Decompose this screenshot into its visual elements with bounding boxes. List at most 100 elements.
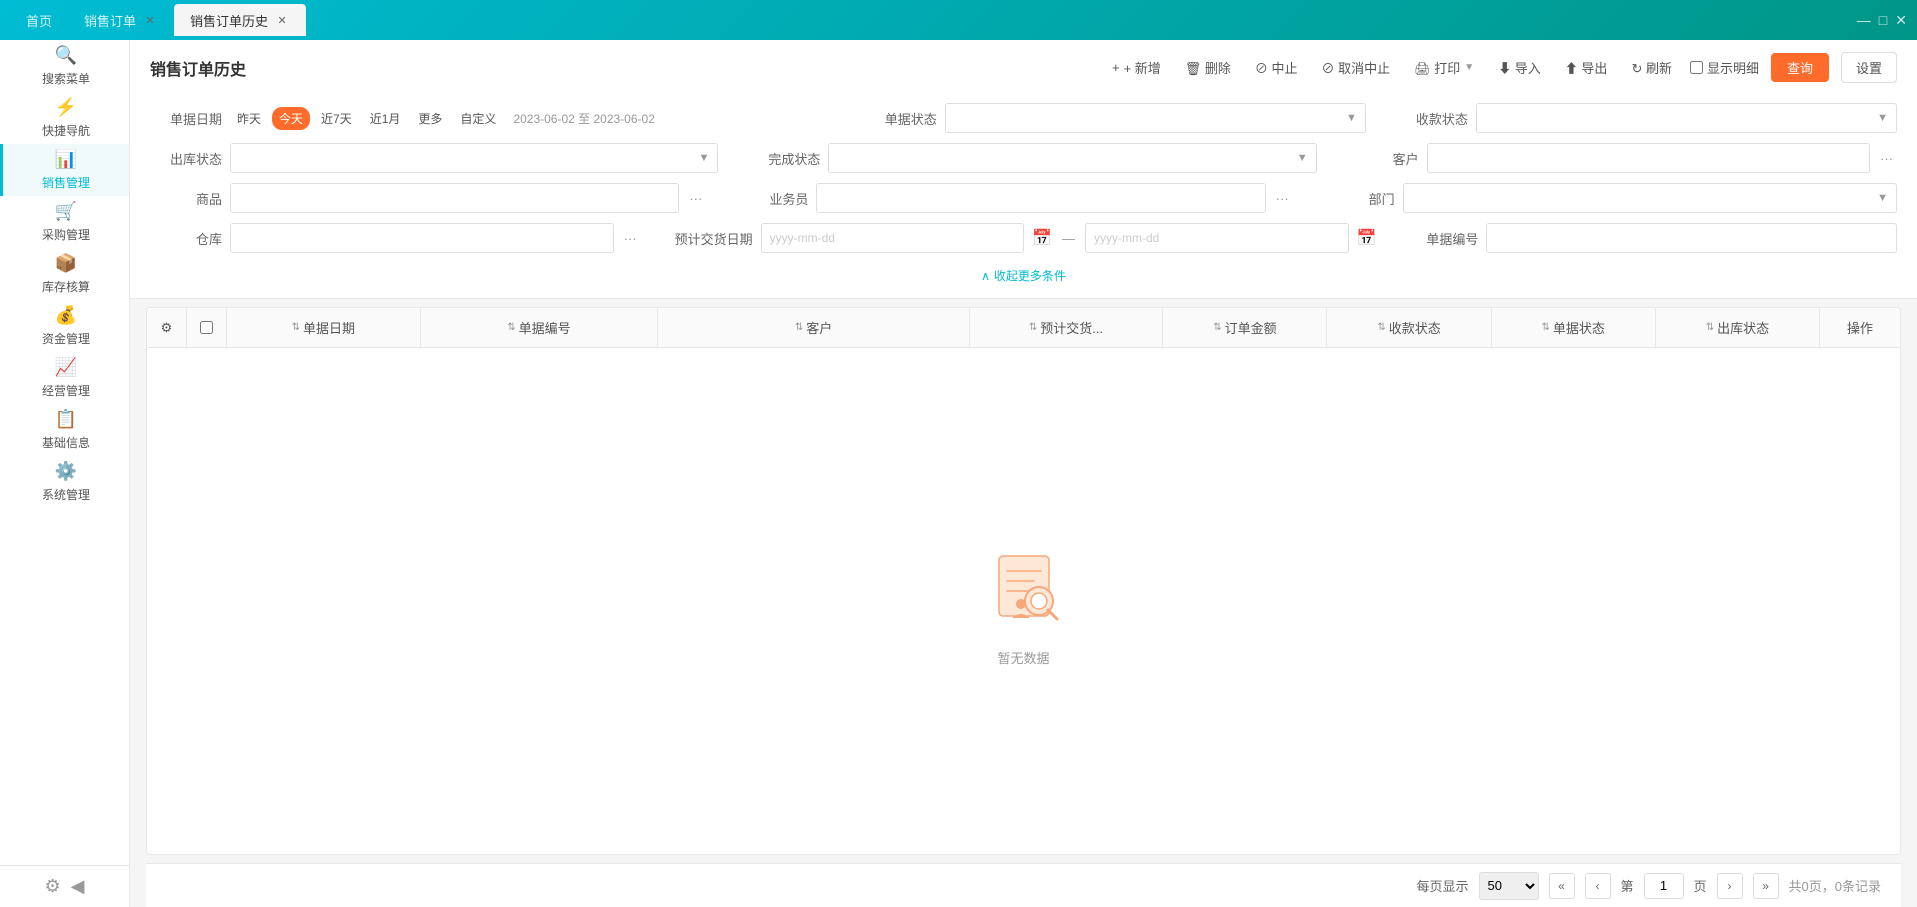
prev-page-button[interactable]: ‹ [1585,873,1611,899]
sidebar-item-search-menu[interactable]: 🔍 搜索菜单 [0,40,129,92]
th-checkbox[interactable] [187,308,227,347]
date-separator: — [1062,231,1075,246]
th-sort-icon-customer[interactable]: ⇅ [795,322,803,333]
page-input[interactable] [1644,873,1684,899]
filter-row-1: 单据日期 昨天 今天 近7天 近1月 更多 自定义 2023-06-02 至 2… [150,103,1897,133]
calendar-start-icon[interactable]: 📅 [1032,228,1052,248]
close-button[interactable]: ✕ [1895,12,1907,29]
collapse-row[interactable]: ∧ 收起更多条件 [150,263,1897,288]
minimize-button[interactable]: — [1857,12,1871,28]
sidebar-settings-icon[interactable]: ⚙ [45,876,61,897]
th-payment-label: 收款状态 [1389,318,1441,337]
salesperson-dots[interactable]: ··· [1272,191,1293,206]
new-button[interactable]: + + 新增 [1106,54,1167,81]
per-page-select[interactable]: 50 10 20 100 [1479,872,1539,900]
window-controls: — □ ✕ [1857,12,1907,29]
delivery-date-start[interactable]: yyyy-mm-dd [761,223,1025,253]
maximize-button[interactable]: □ [1879,12,1887,28]
inventory-icon: 📦 [55,253,77,274]
delivery-status-arrow: ▼ [698,152,709,164]
tab-sales-order[interactable]: 销售订单 ✕ [68,4,174,36]
tab-sales-order-history[interactable]: 销售订单历史 ✕ [174,4,306,36]
department-select[interactable]: ▼ [1403,183,1897,213]
th-sort-icon-date[interactable]: ⇅ [292,322,300,333]
print-dropdown-icon[interactable]: ▼ [1464,62,1474,73]
filter-row-4: 仓库 ··· 预计交货日期 yyyy-mm-dd 📅 — [150,223,1897,253]
th-sort-icon-delivery-status[interactable]: ⇅ [1706,322,1714,333]
delete-button[interactable]: 🗑 删除 [1179,54,1237,81]
th-sort-icon-amount[interactable]: ⇅ [1213,322,1221,333]
export-button[interactable]: ⬆ 导出 [1559,54,1614,81]
stop-button[interactable]: ⊘ 中止 [1249,54,1304,81]
sidebar-item-finance-label: 资金管理 [42,330,90,347]
print-button[interactable]: 🖨 打印 ▼ [1408,54,1480,81]
delivery-date-end[interactable]: yyyy-mm-dd [1085,223,1349,253]
setting-button[interactable]: 设置 [1841,52,1897,83]
customer-dots[interactable]: ··· [1876,151,1897,166]
tab-sales-order-close[interactable]: ✕ [142,12,158,28]
date-btn-7days[interactable]: 近7天 [314,107,359,130]
first-page-icon: « [1558,879,1565,893]
quick-nav-icon: ⚡ [55,97,77,118]
date-btn-more[interactable]: 更多 [411,107,449,130]
th-settings[interactable]: ⚙ [147,308,187,347]
settings-icon: ⚙ [161,320,173,336]
delivery-date-end-placeholder: yyyy-mm-dd [1094,231,1159,245]
cancel-stop-label: ⊘ 取消中止 [1322,58,1391,77]
select-all-checkbox[interactable] [200,321,213,334]
completion-status-select[interactable]: ▼ [828,143,1316,173]
product-input[interactable] [230,183,679,213]
first-page-button[interactable]: « [1549,873,1575,899]
sidebar-item-quick-nav[interactable]: ⚡ 快捷导航 [0,92,129,144]
sidebar-item-operations[interactable]: 📈 经营管理 [0,352,129,404]
query-button[interactable]: 查询 [1771,53,1829,82]
tab-home[interactable]: 首页 [10,4,68,36]
page-title-row: 销售订单历史 + + 新增 🗑 删除 ⊘ 中止 ⊘ 取消中止 [150,52,1897,83]
th-sort-icon-payment[interactable]: ⇅ [1377,322,1385,333]
filter-area: 单据日期 昨天 今天 近7天 近1月 更多 自定义 2023-06-02 至 2… [150,93,1897,298]
warehouse-control: ··· [230,223,641,253]
total-info: 共0页，0条记录 [1789,876,1881,895]
sidebar-item-search-menu-label: 搜索菜单 [42,70,90,87]
sidebar-item-inventory[interactable]: 📦 库存核算 [0,248,129,300]
calendar-end-icon[interactable]: 📅 [1357,228,1377,248]
date-btn-custom[interactable]: 自定义 [453,107,503,130]
delivery-status-select[interactable]: ▼ [230,143,718,173]
product-dots[interactable]: ··· [685,191,706,206]
warehouse-dots[interactable]: ··· [620,231,641,246]
last-page-button[interactable]: » [1753,873,1779,899]
date-btn-1month[interactable]: 近1月 [363,107,408,130]
th-sort-icon-delivery[interactable]: ⇅ [1029,322,1037,333]
display-checkbox[interactable] [1690,61,1703,74]
date-btn-today[interactable]: 今天 [272,107,310,130]
sidebar-item-system-mgmt[interactable]: ⚙️ 系统管理 [0,456,129,508]
tab-sales-order-history-close[interactable]: ✕ [274,12,290,28]
sales-mgmt-icon: 📊 [55,149,77,170]
sidebar-bottom: ⚙ ◀ [0,865,129,907]
sidebar-collapse-icon[interactable]: ◀ [71,876,85,897]
th-sort-icon-order-status[interactable]: ⇅ [1542,322,1550,333]
top-bar: 首页 销售订单 ✕ 销售订单历史 ✕ — □ ✕ [0,0,1917,40]
import-button[interactable]: ⬇ 导入 [1492,54,1547,81]
toolbar: + + 新增 🗑 删除 ⊘ 中止 ⊘ 取消中止 🖨 打印 ▼ [1106,52,1897,83]
sidebar-item-purchase-mgmt[interactable]: 🛒 采购管理 [0,196,129,248]
customer-input[interactable] [1427,143,1870,173]
sidebar-item-basic-info[interactable]: 📋 基础信息 [0,404,129,456]
next-page-button[interactable]: › [1717,873,1743,899]
cancel-stop-button[interactable]: ⊘ 取消中止 [1316,54,1397,81]
page-title: 销售订单历史 [150,56,246,80]
sidebar-item-finance[interactable]: 💰 资金管理 [0,300,129,352]
order-number-input[interactable] [1486,223,1897,253]
delivery-date-start-placeholder: yyyy-mm-dd [770,231,835,245]
warehouse-input[interactable] [230,223,614,253]
refresh-button[interactable]: ↻ 刷新 [1625,54,1678,81]
th-sort-icon-number[interactable]: ⇅ [507,322,515,333]
customer-control: ··· [1427,143,1897,173]
salesperson-input[interactable] [816,183,1265,213]
th-amount: ⇅ 订单金额 [1163,308,1327,347]
payment-status-select[interactable]: ▼ [1476,103,1897,133]
date-btn-yesterday[interactable]: 昨天 [230,107,268,130]
setting-label: 设置 [1856,61,1882,76]
sidebar-item-sales-mgmt[interactable]: 📊 销售管理 [0,144,129,196]
order-status-select[interactable]: ▼ [945,103,1366,133]
